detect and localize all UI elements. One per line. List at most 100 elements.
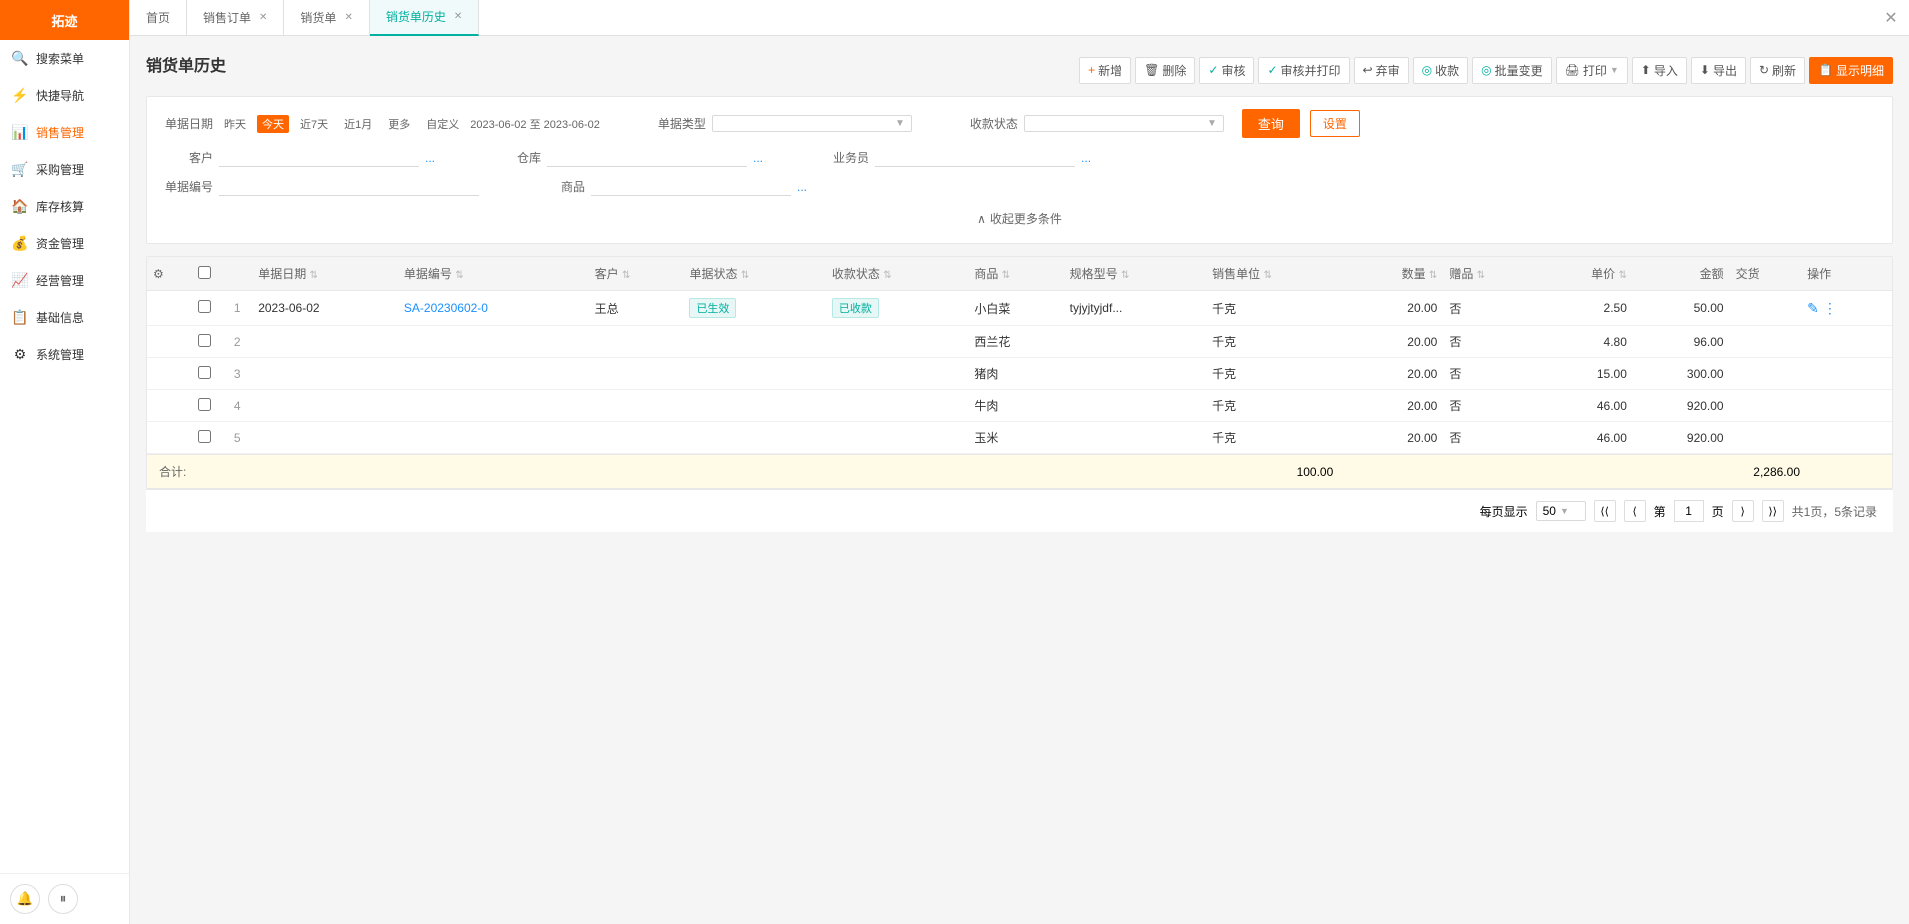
more-btn[interactable]: 更多	[383, 115, 415, 133]
pause-button[interactable]: ⏸	[48, 884, 78, 914]
sidebar-item-quick-nav[interactable]: ⚡ 快捷导航	[0, 77, 129, 114]
collect-button[interactable]: ◎ 收款	[1413, 57, 1469, 84]
sidebar-item-label: 采购管理	[36, 161, 84, 178]
abandon-button[interactable]: ↩ 弃审	[1354, 57, 1409, 84]
page-size-select[interactable]: 50 ▼	[1536, 501, 1586, 521]
row-docno[interactable]	[398, 358, 589, 390]
today-btn[interactable]: 今天	[257, 115, 289, 133]
col-docstatus[interactable]: 单据状态 ⇅	[683, 257, 825, 291]
sidebar-item-ops-mgmt[interactable]: 📈 经营管理	[0, 262, 129, 299]
month-btn[interactable]: 近1月	[339, 115, 377, 133]
col-qty[interactable]: 数量 ⇅	[1349, 257, 1444, 291]
row-checkbox[interactable]	[198, 398, 211, 411]
row-checkbox[interactable]	[198, 366, 211, 379]
row-checkbox-cell[interactable]	[192, 390, 222, 422]
last-page-button[interactable]: ⟩⟩	[1762, 500, 1784, 522]
tab-sales-history[interactable]: 销货单历史 ✕	[370, 0, 479, 36]
staff-dots[interactable]: ...	[1081, 151, 1091, 165]
row-checkbox-cell[interactable]	[192, 326, 222, 358]
total-records-text: 共1页，5条记录	[1792, 503, 1877, 520]
col-price[interactable]: 单价 ⇅	[1538, 257, 1633, 291]
col-paystatus[interactable]: 收款状态 ⇅	[826, 257, 968, 291]
export-button[interactable]: ⬇ 导出	[1691, 57, 1746, 84]
row-checkbox-cell[interactable]	[192, 291, 222, 326]
tab-home[interactable]: 首页	[130, 0, 187, 36]
batch-change-button[interactable]: ◎ 批量变更	[1472, 57, 1552, 84]
sidebar-item-sales-mgmt[interactable]: 📊 销售管理	[0, 114, 129, 151]
row-docno[interactable]	[398, 390, 589, 422]
row-customer: 王总	[589, 291, 684, 326]
week-btn[interactable]: 近7天	[295, 115, 333, 133]
col-gear[interactable]: ⚙	[147, 257, 192, 291]
tab-sales-order-label: 销售订单	[203, 9, 251, 26]
review-print-button[interactable]: ✓ 审核并打印	[1258, 57, 1349, 84]
warehouse-input[interactable]	[547, 148, 747, 167]
staff-input[interactable]	[875, 148, 1075, 167]
pay-status-select[interactable]: ▼	[1024, 115, 1224, 132]
tab-sales-goods-close[interactable]: ✕	[344, 12, 352, 23]
select-all-checkbox[interactable]	[198, 266, 211, 279]
new-button[interactable]: + 新增	[1079, 57, 1131, 84]
first-page-button[interactable]: ⟨⟨	[1594, 500, 1616, 522]
col-docno[interactable]: 单据编号 ⇅	[398, 257, 589, 291]
col-gift[interactable]: 赠品 ⇅	[1443, 257, 1538, 291]
page-number-input[interactable]	[1674, 500, 1704, 522]
doc-type-select[interactable]: ▼	[712, 115, 912, 132]
row-action	[1801, 358, 1892, 390]
row-checkbox-cell[interactable]	[192, 358, 222, 390]
next-page-button[interactable]: ⟩	[1732, 500, 1754, 522]
sidebar-item-purchase-mgmt[interactable]: 🛒 采购管理	[0, 151, 129, 188]
col-goods[interactable]: 商品 ⇅	[968, 257, 1063, 291]
row-docno[interactable]	[398, 326, 589, 358]
import-button[interactable]: ⬆ 导入	[1632, 57, 1687, 84]
notification-button[interactable]: 🔔	[10, 884, 40, 914]
sidebar-item-sys-mgmt[interactable]: ⚙ 系统管理	[0, 336, 129, 373]
sidebar-item-basic-info[interactable]: 📋 基础信息	[0, 299, 129, 336]
page-header: 销货单历史 + 新增 🗑 删除 ✓ 审核 ✓ 审核并打印	[146, 52, 1893, 88]
col-num	[222, 257, 252, 291]
sidebar-item-inventory-calc[interactable]: 🏠 库存核算	[0, 188, 129, 225]
tab-sales-order[interactable]: 销售订单 ✕	[187, 0, 284, 36]
sidebar-item-finance-mgmt[interactable]: 💰 资金管理	[0, 225, 129, 262]
warehouse-dots[interactable]: ...	[753, 151, 763, 165]
show-detail-button[interactable]: 📋 显示明细	[1809, 57, 1893, 84]
docno-input[interactable]	[219, 177, 479, 196]
row-checkbox[interactable]	[198, 430, 211, 443]
tab-sales-goods[interactable]: 销货单 ✕	[284, 0, 369, 36]
col-spec[interactable]: 规格型号 ⇅	[1064, 257, 1206, 291]
tab-sales-order-close[interactable]: ✕	[259, 12, 267, 23]
customer-dots[interactable]: ...	[425, 151, 435, 165]
content-area: 销货单历史 + 新增 🗑 删除 ✓ 审核 ✓ 审核并打印	[130, 36, 1909, 924]
row-checkbox[interactable]	[198, 300, 211, 313]
row-docno[interactable]	[398, 422, 589, 454]
sidebar-item-search-menu[interactable]: 🔍 搜索菜单	[0, 40, 129, 77]
goods-dots[interactable]: ...	[797, 180, 807, 194]
row-checkbox[interactable]	[198, 334, 211, 347]
row-checkbox-cell[interactable]	[192, 422, 222, 454]
goods-input[interactable]	[591, 177, 791, 196]
ops-icon: 📈	[12, 273, 28, 289]
collapse-button[interactable]: ∧ 收起更多条件	[163, 206, 1876, 231]
row-gear	[147, 291, 192, 326]
query-button[interactable]: 查询	[1242, 109, 1300, 138]
col-checkbox[interactable]	[192, 257, 222, 291]
more-action-icon[interactable]: ⋮	[1823, 300, 1837, 316]
col-date[interactable]: 单据日期 ⇅	[252, 257, 398, 291]
settings-button[interactable]: 设置	[1310, 110, 1360, 137]
row-docno[interactable]: SA-20230602-0	[398, 291, 589, 326]
delete-button[interactable]: 🗑 删除	[1135, 57, 1195, 84]
edit-action-icon[interactable]: ✎	[1807, 300, 1819, 316]
close-window-button[interactable]: ✕	[1881, 8, 1901, 28]
col-unit[interactable]: 销售单位 ⇅	[1206, 257, 1348, 291]
col-customer[interactable]: 客户 ⇅	[589, 257, 684, 291]
prev-page-button[interactable]: ⟨	[1624, 500, 1646, 522]
refresh-button[interactable]: ↻ 刷新	[1750, 57, 1805, 84]
row-price: 46.00	[1538, 390, 1633, 422]
customer-input[interactable]	[219, 148, 419, 167]
custom-btn[interactable]: 自定义	[421, 115, 464, 133]
print-button[interactable]: 🖨 打印 ▼	[1556, 57, 1628, 84]
import-label: 导入	[1654, 62, 1678, 79]
tab-sales-history-close[interactable]: ✕	[454, 11, 462, 22]
yesterday-btn[interactable]: 昨天	[219, 115, 251, 133]
review-button[interactable]: ✓ 审核	[1199, 57, 1254, 84]
